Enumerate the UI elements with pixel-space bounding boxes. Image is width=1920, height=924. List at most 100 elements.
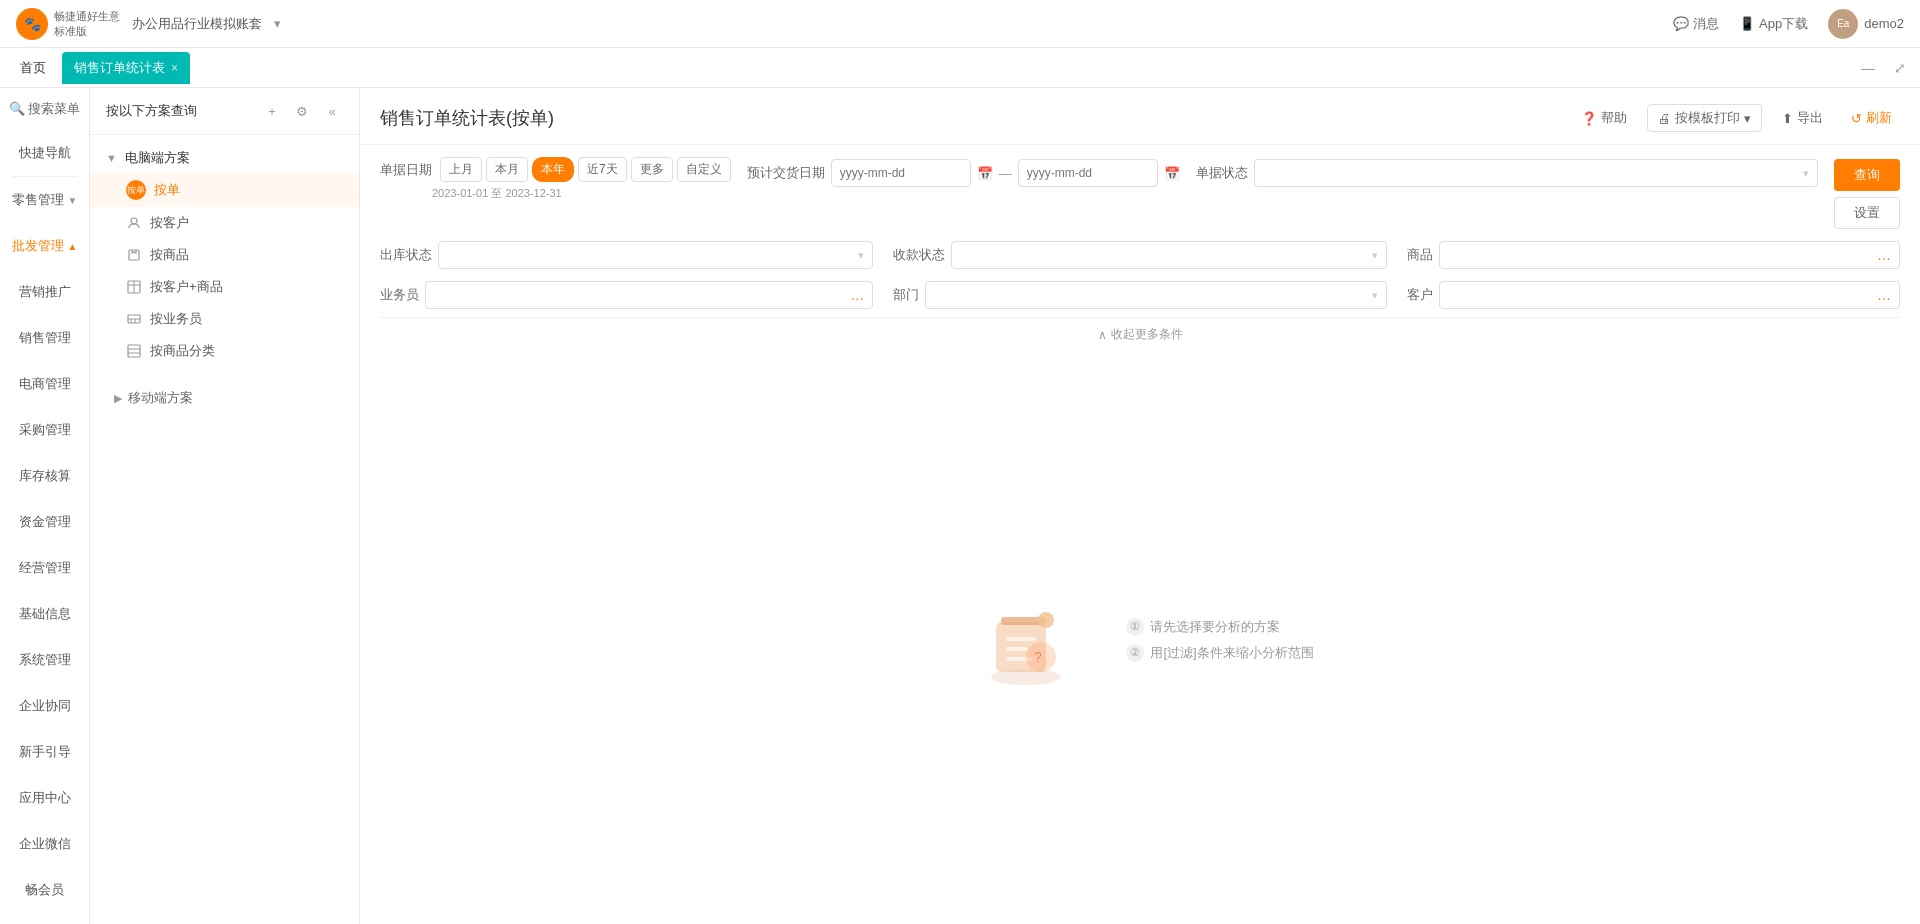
goods-icon: [126, 247, 142, 263]
analysis-item-by-customer[interactable]: 按客户: [90, 207, 359, 239]
date-btn-more[interactable]: 更多: [631, 157, 673, 182]
mobile-section: ▶ 移动端方案: [90, 375, 359, 421]
salesman-icon: [126, 311, 142, 327]
add-scheme-btn[interactable]: +: [261, 100, 283, 122]
refresh-icon: ↺: [1851, 111, 1862, 126]
date-btn-last-month[interactable]: 上月: [440, 157, 482, 182]
svg-text:?: ?: [1034, 649, 1042, 665]
ship-arrow: ▾: [858, 249, 864, 262]
ship-status-label: 出库状态: [380, 246, 432, 264]
mobile-section-arrow: ▶: [114, 392, 122, 405]
sidebar-shortcuts[interactable]: 快捷导航: [0, 130, 89, 176]
sidebar-item-member[interactable]: 畅会员: [0, 867, 89, 913]
empty-area: ? ① 请先选择要分析的方案 ② 用[过滤]条件来缩小分析范围: [360, 363, 1920, 924]
svg-point-0: [131, 218, 137, 224]
sidebar-item-wholesale[interactable]: 批发管理 ▲: [0, 223, 89, 269]
print-btn[interactable]: 🖨 按模板打印 ▾: [1647, 104, 1762, 132]
status-select[interactable]: ▾: [1254, 159, 1818, 187]
goods-input[interactable]: …: [1439, 241, 1900, 269]
status-label: 单据状态: [1196, 164, 1248, 182]
payment-select[interactable]: ▾: [951, 241, 1386, 269]
expected-date-label: 预计交货日期: [747, 164, 825, 182]
app-download-action[interactable]: 📱 App下载: [1739, 15, 1808, 33]
sidebar-item-finance[interactable]: 资金管理: [0, 499, 89, 545]
print-arrow: ▾: [1744, 111, 1751, 126]
top-header: 🐾 畅捷通好生意 标准版 办公用品行业模拟账套 ▾ 💬 消息 📱 App下载 E…: [0, 0, 1920, 48]
goods-dots[interactable]: …: [1877, 247, 1891, 263]
sidebar-item-inventory[interactable]: 库存核算: [0, 453, 89, 499]
page-title: 销售订单统计表(按单): [380, 106, 554, 130]
settings-scheme-btn[interactable]: ⚙: [291, 100, 313, 122]
customer-input[interactable]: …: [1439, 281, 1900, 309]
tab-active[interactable]: 销售订单统计表 ×: [62, 52, 190, 84]
query-btn[interactable]: 查询: [1834, 159, 1900, 191]
customer-dots[interactable]: …: [1877, 287, 1891, 303]
main-area: 🔍 搜索菜单 快捷导航 零售管理 ▼ 批发管理 ▲ 营销推广 销售管理 电商管理…: [0, 88, 1920, 924]
pc-section-header[interactable]: ▼ 电脑端方案: [90, 143, 359, 173]
pc-section-label: 电脑端方案: [125, 149, 190, 167]
customer-goods-icon: [126, 279, 142, 295]
expected-date-end[interactable]: [1018, 159, 1158, 187]
sidebar-item-wechat[interactable]: 企业微信: [0, 821, 89, 867]
date-btn-group: 上月 本月 本年 近7天 更多 自定义: [440, 157, 731, 182]
print-icon: 🖨: [1658, 111, 1671, 126]
sidebar-item-system[interactable]: 系统管理: [0, 637, 89, 683]
help-btn[interactable]: ❓ 帮助: [1573, 105, 1635, 131]
hint-2: ② 用[过滤]条件来缩小分析范围: [1126, 644, 1313, 662]
analysis-item-by-customer-goods[interactable]: 按客户+商品: [90, 271, 359, 303]
analysis-item-by-category[interactable]: 按商品分类: [90, 335, 359, 367]
sidebar-item-purchase[interactable]: 采购管理: [0, 407, 89, 453]
app-title-dropdown[interactable]: ▾: [274, 16, 281, 31]
tab-maximize-btn[interactable]: ⤢: [1888, 56, 1912, 80]
right-panel: 销售订单统计表(按单) ❓ 帮助 🖨 按模板打印 ▾ ⬆ 导出: [360, 88, 1920, 924]
sidebar-item-sales[interactable]: 销售管理: [0, 315, 89, 361]
dept-arrow: ▾: [1372, 289, 1378, 302]
settings-btn[interactable]: 设置: [1834, 197, 1900, 229]
export-btn[interactable]: ⬆ 导出: [1774, 105, 1831, 131]
sidebar-item-newbie[interactable]: 新手引导: [0, 729, 89, 775]
content-area: 按以下方案查询 + ⚙ « ▼ 电脑端方案 按单 按单: [90, 88, 1920, 924]
sidebar-item-marketing[interactable]: 营销推广: [0, 269, 89, 315]
date-range-text: 2023-01-01 至 2023-12-31: [380, 186, 731, 201]
analysis-item-by-salesman[interactable]: 按业务员: [90, 303, 359, 335]
collapse-row[interactable]: ∧ 收起更多条件: [380, 317, 1900, 351]
message-action[interactable]: 💬 消息: [1673, 15, 1719, 33]
sidebar-item-management[interactable]: 经营管理: [0, 545, 89, 591]
message-icon: 💬: [1673, 16, 1689, 31]
dept-label: 部门: [893, 286, 919, 304]
analysis-item-by-goods[interactable]: 按商品: [90, 239, 359, 271]
header-right: 💬 消息 📱 App下载 Ea demo2: [1673, 9, 1904, 39]
tab-minimize-btn[interactable]: —: [1856, 56, 1880, 80]
expected-date-start[interactable]: [831, 159, 971, 187]
app-title: 办公用品行业模拟账套: [132, 15, 262, 33]
analysis-item-by-order[interactable]: 按单 按单: [90, 173, 359, 207]
date-btn-this-month[interactable]: 本月: [486, 157, 528, 182]
left-panel-header: 按以下方案查询 + ⚙ «: [90, 88, 359, 135]
sidebar-item-appcenter[interactable]: 应用中心: [0, 775, 89, 821]
left-panel-title: 按以下方案查询: [106, 102, 197, 120]
refresh-btn[interactable]: ↺ 刷新: [1843, 105, 1900, 131]
tab-home[interactable]: 首页: [8, 52, 58, 84]
svg-point-15: [1038, 612, 1054, 628]
date-btn-this-year[interactable]: 本年: [532, 157, 574, 182]
mobile-section-header[interactable]: ▶ 移动端方案: [90, 383, 359, 413]
collapse-panel-btn[interactable]: «: [321, 100, 343, 122]
user-action[interactable]: Ea demo2: [1828, 9, 1904, 39]
dept-select[interactable]: ▾: [925, 281, 1386, 309]
svg-rect-17: [1006, 647, 1028, 651]
chevron-up-icon: ▲: [68, 241, 78, 252]
header-left: 🐾 畅捷通好生意 标准版 办公用品行业模拟账套 ▾: [16, 8, 281, 40]
sidebar-search[interactable]: 🔍 搜索菜单: [0, 88, 89, 130]
customer-icon: [126, 215, 142, 231]
sidebar-item-basic[interactable]: 基础信息: [0, 591, 89, 637]
date-btn-7days[interactable]: 近7天: [578, 157, 627, 182]
calendar-icon-1: 📅: [977, 166, 993, 181]
salesman-dots[interactable]: …: [850, 287, 864, 303]
date-btn-custom[interactable]: 自定义: [677, 157, 731, 182]
sidebar-item-ecommerce[interactable]: 电商管理: [0, 361, 89, 407]
ship-status-select[interactable]: ▾: [438, 241, 873, 269]
salesman-input[interactable]: …: [425, 281, 873, 309]
tab-close-icon[interactable]: ×: [171, 61, 178, 75]
sidebar-item-enterprise[interactable]: 企业协同: [0, 683, 89, 729]
sidebar-item-retail[interactable]: 零售管理 ▼: [0, 177, 89, 223]
